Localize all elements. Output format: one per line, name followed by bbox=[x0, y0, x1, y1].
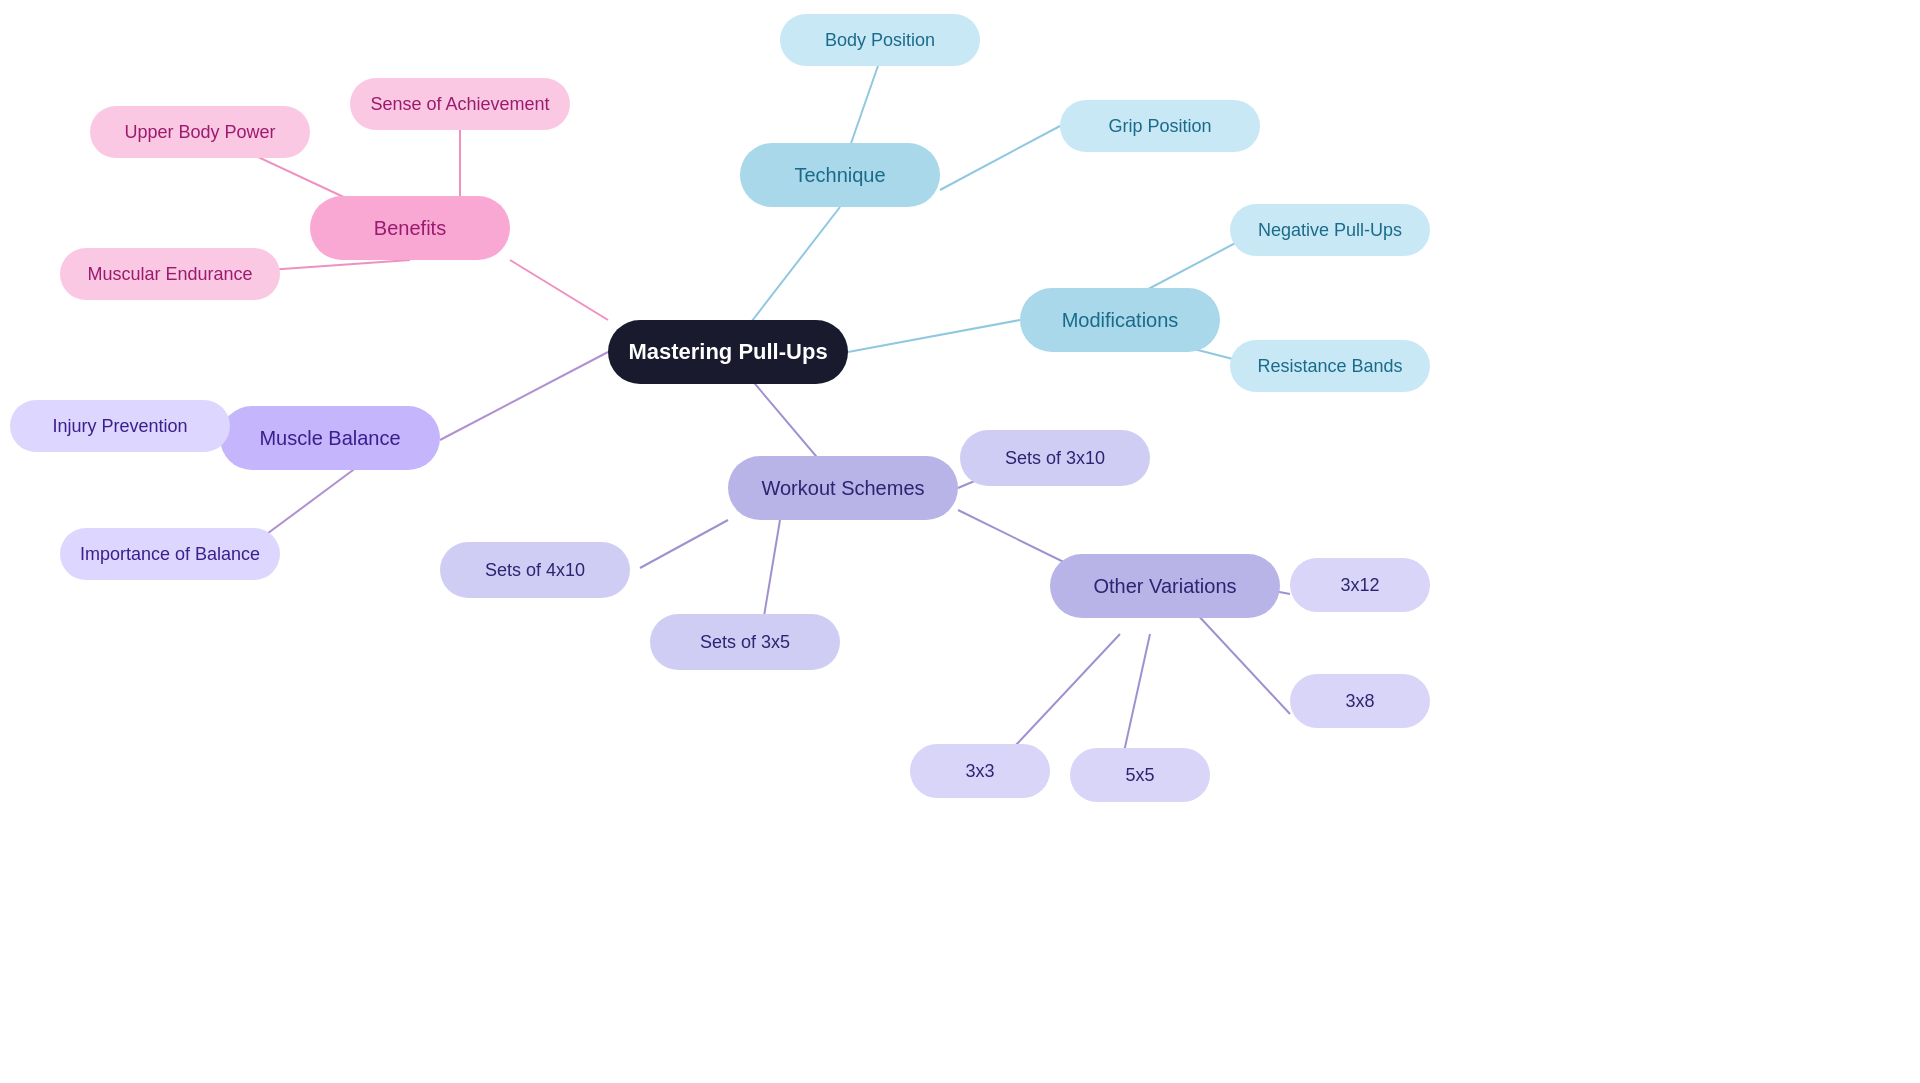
body-position-node[interactable]: Body Position bbox=[780, 14, 980, 66]
modifications-node[interactable]: Modifications bbox=[1020, 288, 1220, 352]
importance-balance-node[interactable]: Importance of Balance bbox=[60, 528, 280, 580]
center-node[interactable]: Mastering Pull-Ups bbox=[608, 320, 848, 384]
3x8-node[interactable]: 3x8 bbox=[1290, 674, 1430, 728]
svg-line-20 bbox=[1000, 634, 1120, 762]
sense-achievement-node[interactable]: Sense of Achievement bbox=[350, 78, 570, 130]
5x5-node[interactable]: 5x5 bbox=[1070, 748, 1210, 802]
svg-line-6 bbox=[510, 260, 608, 320]
svg-line-19 bbox=[1195, 612, 1290, 714]
workout-schemes-node[interactable]: Workout Schemes bbox=[728, 456, 958, 520]
3x3-node[interactable]: 3x3 bbox=[910, 744, 1050, 798]
resistance-bands-node[interactable]: Resistance Bands bbox=[1230, 340, 1430, 392]
negative-pullups-node[interactable]: Negative Pull-Ups bbox=[1230, 204, 1430, 256]
injury-prevention-node[interactable]: Injury Prevention bbox=[10, 400, 230, 452]
benefits-node[interactable]: Benefits bbox=[310, 196, 510, 260]
technique-node[interactable]: Technique bbox=[740, 143, 940, 207]
svg-line-10 bbox=[440, 352, 608, 440]
svg-line-2 bbox=[940, 126, 1060, 190]
upper-body-power-node[interactable]: Upper Body Power bbox=[90, 106, 310, 158]
muscular-endurance-node[interactable]: Muscular Endurance bbox=[60, 248, 280, 300]
other-variations-node[interactable]: Other Variations bbox=[1050, 554, 1280, 618]
sets-4x10-node[interactable]: Sets of 4x10 bbox=[440, 542, 630, 598]
svg-line-3 bbox=[848, 320, 1020, 352]
3x12-node[interactable]: 3x12 bbox=[1290, 558, 1430, 612]
grip-position-node[interactable]: Grip Position bbox=[1060, 100, 1260, 152]
svg-line-15 bbox=[640, 520, 728, 568]
sets-3x5-node[interactable]: Sets of 3x5 bbox=[650, 614, 840, 670]
sets-3x10-node[interactable]: Sets of 3x10 bbox=[960, 430, 1150, 486]
muscle-balance-node[interactable]: Muscle Balance bbox=[220, 406, 440, 470]
